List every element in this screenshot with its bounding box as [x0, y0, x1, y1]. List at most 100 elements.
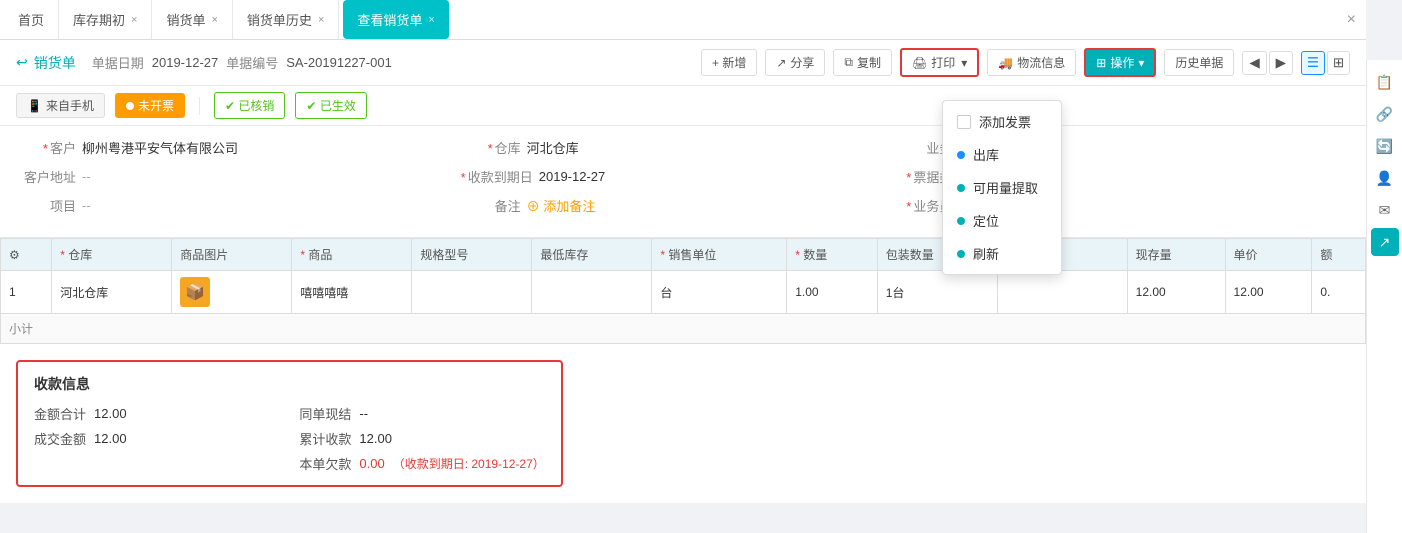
remark-label: 备注 — [461, 196, 521, 215]
print-button[interactable]: 🖨 打印 ▾ — [900, 48, 979, 77]
copy-icon: ⧉ — [844, 55, 853, 70]
print-icon: 🖨 — [912, 56, 927, 70]
close-tab-history[interactable]: × — [318, 14, 324, 26]
refresh-dot — [957, 250, 965, 258]
tab-inventory-init[interactable]: 库存期初 × — [59, 0, 152, 39]
effective-button[interactable]: ✔ 已生效 — [295, 92, 366, 119]
sidebar-user-icon[interactable]: 👤 — [1371, 164, 1399, 192]
subtotal-label: 小计 — [1, 314, 1366, 344]
row-amount: 0. — [1312, 271, 1366, 314]
print-dropdown-arrow: ▾ — [961, 56, 967, 70]
tab-home[interactable]: 首页 — [10, 0, 59, 39]
locate-item[interactable]: 定位 — [943, 204, 1061, 237]
operate-button[interactable]: ⊞ 操作 ▾ — [1084, 48, 1156, 77]
col-spec: 规格型号 — [412, 239, 532, 271]
same-order-value: -- — [359, 406, 368, 421]
col-min-stock: 最低库存 — [532, 239, 652, 271]
same-order-label: 同单现结 — [299, 404, 351, 423]
form-row-1: 客户 柳州粤港平安气体有限公司 仓库 河北仓库 业务员 演示账号 — [16, 138, 1350, 157]
tab-sales-history[interactable]: 销货单历史 × — [233, 0, 339, 39]
not-opened-button[interactable]: 未开票 — [115, 93, 185, 118]
row-min-stock — [532, 271, 652, 314]
sidebar-mail-icon[interactable]: ✉ — [1371, 196, 1399, 224]
customer-addr-field: 客户地址 -- — [16, 167, 461, 186]
due-row: 本单欠款 0.00 （收款到期日: 2019-12-27） — [299, 454, 544, 473]
warehouse-label: 仓库 — [461, 138, 521, 157]
status-row: 📱 来自手机 未开票 ✔ 已核销 ✔ 已生效 — [0, 86, 1366, 126]
warehouse-field: 仓库 河北仓库 — [461, 138, 906, 157]
row-pack-qty: 1台 — [877, 271, 997, 314]
payment-date-value: 2019-12-27 — [539, 169, 606, 184]
form-area: 客户 柳州粤港平安气体有限公司 仓库 河北仓库 业务员 演示账号 客户地址 --… — [0, 126, 1366, 238]
locate-dot — [957, 217, 965, 225]
col-warehouse: * 仓库 — [52, 239, 172, 271]
status-divider — [199, 97, 200, 115]
close-tab-inventory[interactable]: × — [131, 14, 137, 26]
sidebar-doc-icon[interactable]: 📋 — [1371, 68, 1399, 96]
settings-gear-icon[interactable]: ⚙ — [9, 248, 20, 262]
number-value: SA-20191227-001 — [286, 55, 392, 70]
copy-button[interactable]: ⧉ 复制 — [833, 49, 892, 76]
payment-date-label: 收款到期日 — [461, 167, 533, 186]
tab-view-sales[interactable]: 查看销货单 × — [343, 0, 449, 39]
deal-amount-row: 成交金额 12.00 — [34, 429, 279, 448]
col-amount: 额 — [1312, 239, 1366, 271]
deal-amount-label: 成交金额 — [34, 429, 86, 448]
row-product-img: 📦 — [172, 271, 292, 314]
table-header-row: ⚙ * 仓库 商品图片 * 商品 规格型号 最低库存 * 销售单位 * 数量 包… — [1, 239, 1366, 271]
history-button[interactable]: 历史单据 — [1164, 49, 1234, 76]
add-invoice-item[interactable]: 添加发票 — [943, 105, 1061, 138]
effective-check-icon: ✔ — [306, 99, 316, 113]
customer-value: 柳州粤港平安气体有限公司 — [82, 138, 238, 157]
payment-date-field: 收款到期日 2019-12-27 — [461, 167, 906, 186]
warehouse-value: 河北仓库 — [527, 138, 579, 157]
prev-doc-button[interactable]: ◀ — [1242, 51, 1266, 75]
same-order-row: 同单现结 -- — [299, 404, 544, 423]
refresh-item[interactable]: 刷新 — [943, 237, 1061, 270]
available-extract-dot — [957, 184, 965, 192]
cumulative-row: 累计收款 12.00 — [299, 429, 544, 448]
check-icon: ✔ — [225, 99, 235, 113]
close-tab-sales[interactable]: × — [211, 14, 217, 26]
project-field: 项目 -- — [16, 196, 461, 215]
confirm-button[interactable]: ✔ 已核销 — [214, 92, 285, 119]
mobile-icon: 📱 — [27, 99, 42, 113]
col-unit-price: 单价 — [1225, 239, 1312, 271]
share-button[interactable]: ↗ 分享 — [765, 49, 825, 76]
add-remark-icon: ⊕ — [527, 199, 540, 214]
add-invoice-checkbox[interactable] — [957, 115, 971, 129]
next-doc-button[interactable]: ▶ — [1269, 51, 1293, 75]
doc-actions: + 新增 ↗ 分享 ⧉ 复制 🖨 打印 ▾ 🚚 物流信息 ⊞ 操作 ▾ — [701, 48, 1350, 77]
customer-addr-value: -- — [82, 169, 91, 184]
col-settings[interactable]: ⚙ — [1, 239, 52, 271]
grid-view-button[interactable]: ⊞ — [1327, 51, 1350, 75]
cumulative-value: 12.00 — [359, 431, 392, 446]
product-table: ⚙ * 仓库 商品图片 * 商品 规格型号 最低库存 * 销售单位 * 数量 包… — [0, 238, 1366, 344]
col-product-img: 商品图片 — [172, 239, 292, 271]
list-view-button[interactable]: ☰ — [1301, 51, 1325, 75]
right-sidebar: 📋 🔗 🔄 👤 ✉ ↗ — [1366, 60, 1402, 533]
logistics-button[interactable]: 🚚 物流信息 — [987, 49, 1076, 76]
available-extract-item[interactable]: 可用量提取 — [943, 171, 1061, 204]
col-qty: * 数量 — [787, 239, 878, 271]
sidebar-link-icon[interactable]: 🔗 — [1371, 100, 1399, 128]
doc-type-label: 销货单 — [34, 53, 76, 73]
operate-dropdown-arrow: ▾ — [1138, 56, 1144, 70]
close-tab-view-sales[interactable]: × — [428, 14, 434, 26]
from-mobile-button[interactable]: 📱 来自手机 — [16, 93, 105, 118]
doc-header: ↩ 销货单 单据日期 2019-12-27 单据编号 SA-20191227-0… — [0, 40, 1366, 86]
row-product: 嘻嘻嘻嘻 — [292, 271, 412, 314]
doc-nav: ◀ ▶ — [1242, 51, 1293, 75]
customer-label: 客户 — [16, 138, 76, 157]
total-label: 金额合计 — [34, 404, 86, 423]
sidebar-refresh-icon[interactable]: 🔄 — [1371, 132, 1399, 160]
row-warehouse: 河北仓库 — [52, 271, 172, 314]
warehouse-out-item[interactable]: 出库 — [943, 138, 1061, 171]
payment-title: 收款信息 — [34, 374, 545, 394]
new-button[interactable]: + 新增 — [701, 49, 757, 76]
row-current-stock: 12.00 — [1127, 271, 1225, 314]
add-remark-button[interactable]: ⊕ 添加备注 — [527, 196, 596, 215]
sidebar-expand-icon[interactable]: ↗ — [1371, 228, 1399, 256]
tab-sales-order[interactable]: 销货单 × — [152, 0, 232, 39]
window-close-button[interactable]: × — [1347, 11, 1356, 29]
